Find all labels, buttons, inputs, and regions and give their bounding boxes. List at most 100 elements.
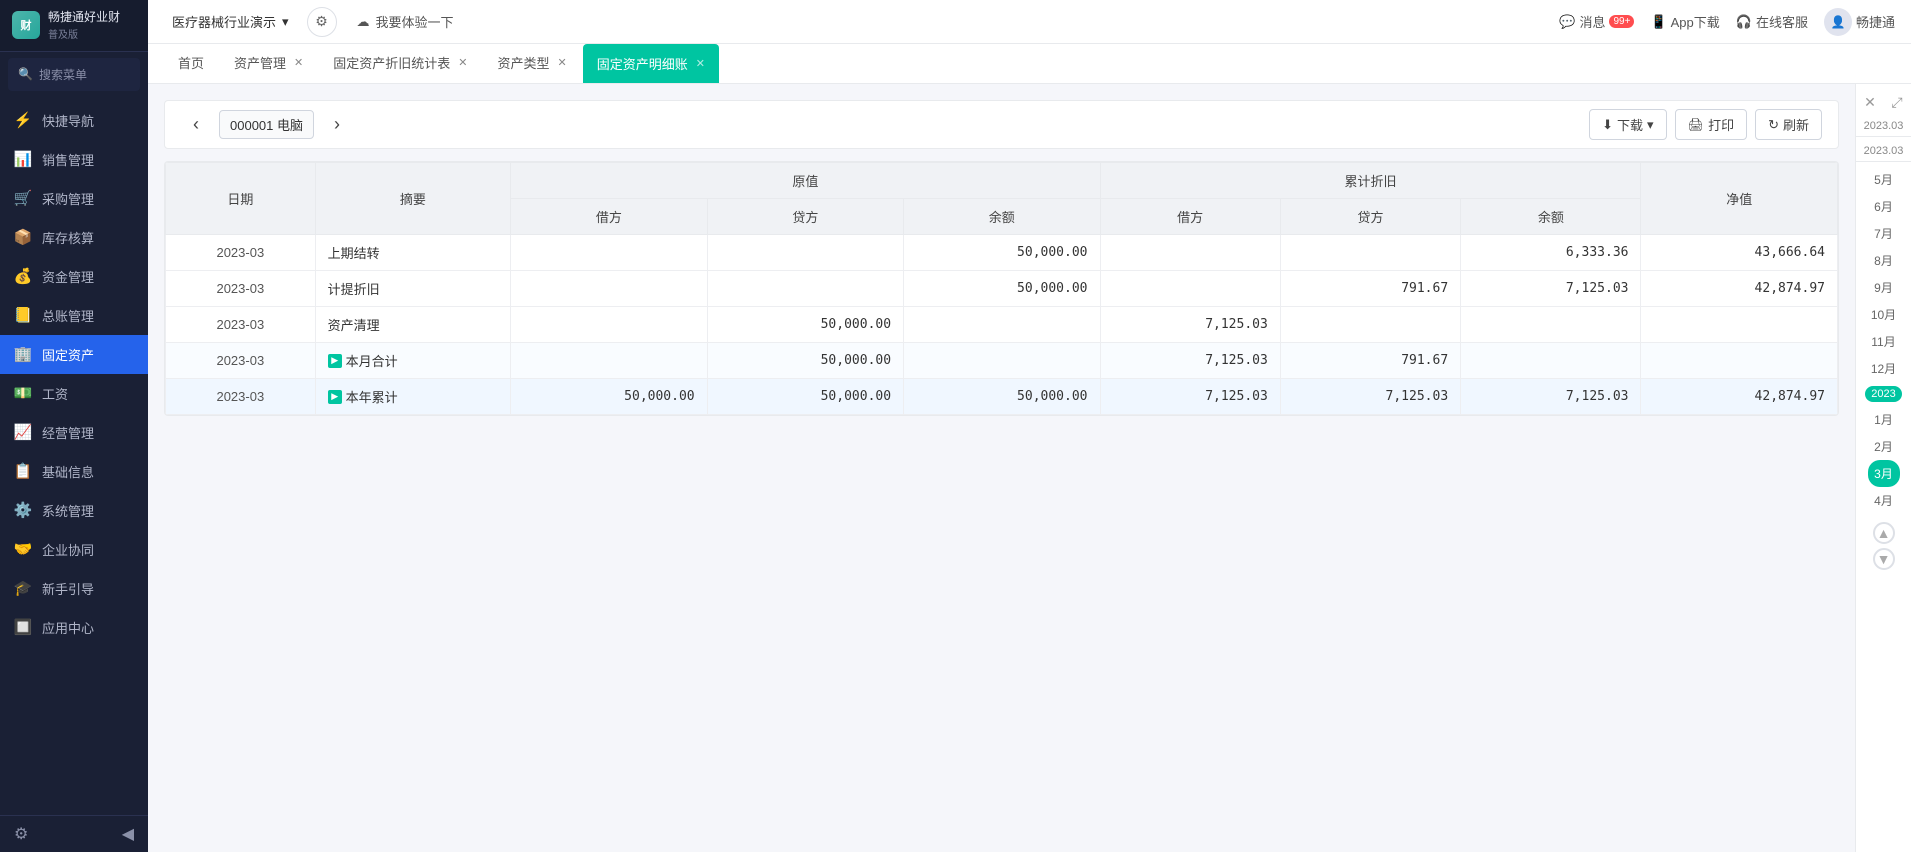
sidebar-item-fixed-assets[interactable]: 🏢 固定资产 — [0, 335, 148, 374]
app-download-action[interactable]: 📱 App下载 — [1650, 12, 1719, 31]
user-avatar: 👤 — [1824, 8, 1852, 36]
finance-icon: 💰 — [14, 267, 32, 285]
sidebar-item-finance[interactable]: 💰 资金管理 — [0, 257, 148, 296]
tab-asset-type-label: 资产类型 — [497, 53, 549, 72]
sidebar-item-ledger[interactable]: 📒 总账管理 — [0, 296, 148, 335]
search-menu[interactable]: 🔍 搜索菜单 — [8, 58, 140, 91]
timeline-month-11[interactable]: 11月 — [1856, 328, 1911, 355]
tab-asset-detail-label: 固定资产明细账 — [597, 54, 688, 73]
timeline-month-12[interactable]: 12月 — [1856, 355, 1911, 382]
user-name: 畅捷通 — [1856, 12, 1895, 31]
ops-icon: 📈 — [14, 423, 32, 441]
panel-expand-button[interactable]: ⤢ — [1887, 92, 1907, 112]
asset-nav-bar: ‹ 000001 电脑 › ⬇ 下载 ▾ 🖨 打印 ↻ — [164, 100, 1839, 149]
timeline-month-7[interactable]: 7月 — [1856, 220, 1911, 247]
sidebar-item-purchase[interactable]: 🛒 采购管理 — [0, 179, 148, 218]
year-badge[interactable]: 2023 — [1865, 386, 1901, 402]
sidebar-nav: ⚡ 快捷导航 📊 销售管理 🛒 采购管理 📦 库存核算 💰 资金管理 📒 总账管… — [0, 97, 148, 815]
logo-icon: 财 — [12, 11, 40, 39]
company-settings-button[interactable]: ⚙ — [307, 7, 337, 37]
sidebar-item-system[interactable]: ⚙️ 系统管理 — [0, 491, 148, 530]
base-label: 基础信息 — [42, 462, 94, 481]
fixed-assets-label: 固定资产 — [42, 345, 94, 364]
table-row: 2023-03▶本年累计50,000.0050,000.0050,000.007… — [166, 379, 1838, 415]
timeline-header-top: 2023.03 — [1856, 116, 1911, 137]
apps-icon: 🔲 — [14, 618, 32, 636]
prev-asset-button[interactable]: ‹ — [181, 109, 211, 140]
app-version: 普及版 — [48, 26, 120, 41]
user-action[interactable]: 👤 畅捷通 — [1824, 8, 1895, 36]
tab-asset-management[interactable]: 资产管理 ✕ — [220, 44, 317, 83]
timeline-month-6[interactable]: 6月 — [1856, 193, 1911, 220]
sidebar-item-sales[interactable]: 📊 销售管理 — [0, 140, 148, 179]
table-row: 2023-03上期结转50,000.006,333.3643,666.64 — [166, 235, 1838, 271]
logo-text-area: 畅捷通好业财 普及版 — [48, 10, 120, 41]
message-action[interactable]: 💬 消息 99+ — [1559, 12, 1634, 31]
table-row: 2023-03计提折旧50,000.00791.677,125.0342,874… — [166, 271, 1838, 307]
company-selector[interactable]: 医疗器械行业演示 ▾ — [164, 8, 297, 35]
download-label: 下载 — [1617, 115, 1643, 134]
th-dep-debit: 借方 — [1100, 199, 1280, 235]
timeline-scroll-up[interactable]: ▲ — [1873, 522, 1895, 544]
download-arrow: ▾ — [1647, 117, 1654, 133]
sidebar: 财 畅捷通好业财 普及版 🔍 搜索菜单 ⚡ 快捷导航 📊 销售管理 🛒 采购管理… — [0, 0, 148, 852]
timeline-month-4[interactable]: 4月 — [1856, 487, 1911, 514]
purchase-label: 采购管理 — [42, 189, 94, 208]
content-area: ‹ 000001 电脑 › ⬇ 下载 ▾ 🖨 打印 ↻ — [148, 84, 1911, 852]
asset-nav-left: ‹ 000001 电脑 › — [181, 109, 352, 140]
settings-icon[interactable]: ⚙ — [14, 824, 28, 844]
tab-depreciation-stats[interactable]: 固定资产折旧统计表 ✕ — [319, 44, 481, 83]
inventory-icon: 📦 — [14, 228, 32, 246]
timeline-month-10[interactable]: 10月 — [1856, 301, 1911, 328]
next-asset-button[interactable]: › — [322, 109, 352, 140]
ledger-icon: 📒 — [14, 306, 32, 324]
refresh-icon: ↻ — [1768, 117, 1779, 133]
timeline-month-2[interactable]: 2月 — [1856, 433, 1911, 460]
tab-asset-detail[interactable]: 固定资产明细账 ✕ — [583, 44, 719, 83]
panel-close-button[interactable]: ✕ — [1860, 92, 1880, 112]
experience-button[interactable]: ☁ 我要体验一下 — [347, 8, 464, 35]
asset-detail-table: 日期 摘要 原值 累计折旧 净值 借方 贷方 余额 借方 贷方 余额 — [164, 161, 1839, 416]
sidebar-item-collab[interactable]: 🤝 企业协同 — [0, 530, 148, 569]
refresh-label: 刷新 — [1783, 115, 1809, 134]
customer-service-action[interactable]: 🎧 在线客服 — [1736, 12, 1808, 31]
asset-code-display: 000001 电脑 — [219, 110, 314, 139]
page-content: ‹ 000001 电脑 › ⬇ 下载 ▾ 🖨 打印 ↻ — [148, 84, 1855, 852]
timeline-month-5[interactable]: 5月 — [1856, 166, 1911, 193]
timeline-month-3-active[interactable]: 3月 — [1868, 460, 1900, 487]
sidebar-item-ops[interactable]: 📈 经营管理 — [0, 413, 148, 452]
tab-home[interactable]: 首页 — [164, 44, 218, 83]
system-label: 系统管理 — [42, 501, 94, 520]
top-header: 医疗器械行业演示 ▾ ⚙ ☁ 我要体验一下 💬 消息 99+ 📱 App下载 🎧… — [148, 0, 1911, 44]
sidebar-item-guide[interactable]: 🎓 新手引导 — [0, 569, 148, 608]
collapse-icon[interactable]: ◀ — [122, 824, 134, 844]
refresh-button[interactable]: ↻ 刷新 — [1755, 109, 1822, 140]
base-icon: 📋 — [14, 462, 32, 480]
th-dep-credit: 贷方 — [1280, 199, 1460, 235]
download-icon: 📱 — [1650, 14, 1666, 30]
timeline-month-9[interactable]: 9月 — [1856, 274, 1911, 301]
sidebar-item-apps[interactable]: 🔲 应用中心 — [0, 608, 148, 647]
sidebar-item-base[interactable]: 📋 基础信息 — [0, 452, 148, 491]
dropdown-icon: ▾ — [282, 14, 289, 30]
sidebar-item-salary[interactable]: 💵 工资 — [0, 374, 148, 413]
sales-label: 销售管理 — [42, 150, 94, 169]
service-icon: 🎧 — [1736, 14, 1752, 30]
tab-asset-mgmt-close[interactable]: ✕ — [294, 56, 303, 69]
tab-dep-stats-close[interactable]: ✕ — [458, 56, 467, 69]
collab-label: 企业协同 — [42, 540, 94, 559]
sidebar-item-inventory[interactable]: 📦 库存核算 — [0, 218, 148, 257]
tab-asset-type[interactable]: 资产类型 ✕ — [483, 44, 580, 83]
sidebar-item-quicknav[interactable]: ⚡ 快捷导航 — [0, 101, 148, 140]
timeline-month-1[interactable]: 1月 — [1856, 406, 1911, 433]
th-date: 日期 — [166, 163, 316, 235]
download-button[interactable]: ⬇ 下载 ▾ — [1589, 109, 1666, 140]
tab-asset-type-close[interactable]: ✕ — [558, 56, 567, 69]
tab-asset-detail-close[interactable]: ✕ — [696, 57, 705, 70]
quicknav-icon: ⚡ — [14, 111, 32, 129]
print-button[interactable]: 🖨 打印 — [1675, 109, 1748, 140]
collab-icon: 🤝 — [14, 540, 32, 558]
header-right: 💬 消息 99+ 📱 App下载 🎧 在线客服 👤 畅捷通 — [1559, 8, 1895, 36]
timeline-month-8[interactable]: 8月 — [1856, 247, 1911, 274]
timeline-scroll-down[interactable]: ▼ — [1873, 548, 1895, 570]
